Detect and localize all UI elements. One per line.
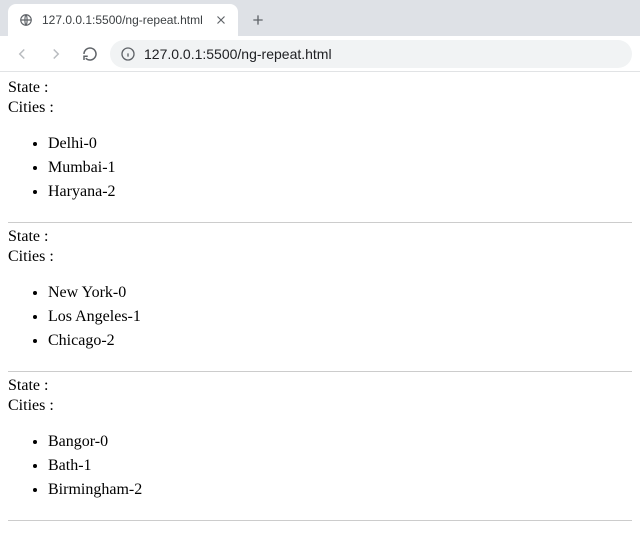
- list-item: New York-0: [48, 281, 632, 305]
- list-item: Chicago-2: [48, 329, 632, 353]
- state-label: State :: [8, 376, 632, 396]
- state-block: State : Cities : Bangor-0 Bath-1 Birming…: [8, 376, 632, 521]
- new-tab-button[interactable]: [244, 6, 272, 34]
- state-label: State :: [8, 227, 632, 247]
- cities-label: Cities :: [8, 247, 632, 267]
- list-item: Haryana-2: [48, 180, 632, 204]
- tab-strip: 127.0.0.1:5500/ng-repeat.html: [0, 0, 640, 36]
- list-item: Birmingham-2: [48, 478, 632, 502]
- browser-tab[interactable]: 127.0.0.1:5500/ng-repeat.html: [8, 4, 238, 36]
- state-label: State :: [8, 78, 632, 98]
- forward-button[interactable]: [42, 40, 70, 68]
- address-bar[interactable]: 127.0.0.1:5500/ng-repeat.html: [110, 40, 632, 68]
- cities-list: Bangor-0 Bath-1 Birmingham-2: [8, 430, 632, 502]
- reload-button[interactable]: [76, 40, 104, 68]
- page-content: State : Cities : Delhi-0 Mumbai-1 Haryan…: [0, 72, 640, 535]
- cities-label: Cities :: [8, 98, 632, 118]
- cities-list: New York-0 Los Angeles-1 Chicago-2: [8, 281, 632, 353]
- list-item: Bath-1: [48, 454, 632, 478]
- cities-list: Delhi-0 Mumbai-1 Haryana-2: [8, 132, 632, 204]
- tab-title: 127.0.0.1:5500/ng-repeat.html: [42, 13, 206, 27]
- close-icon[interactable]: [214, 13, 228, 27]
- state-block: State : Cities : New York-0 Los Angeles-…: [8, 227, 632, 372]
- url-text: 127.0.0.1:5500/ng-repeat.html: [144, 46, 332, 62]
- list-item: Delhi-0: [48, 132, 632, 156]
- list-item: Bangor-0: [48, 430, 632, 454]
- cities-label: Cities :: [8, 396, 632, 416]
- state-block: State : Cities : Delhi-0 Mumbai-1 Haryan…: [8, 78, 632, 223]
- browser-toolbar: 127.0.0.1:5500/ng-repeat.html: [0, 36, 640, 72]
- list-item: Los Angeles-1: [48, 305, 632, 329]
- globe-icon: [18, 12, 34, 28]
- back-button[interactable]: [8, 40, 36, 68]
- info-icon: [120, 46, 136, 62]
- list-item: Mumbai-1: [48, 156, 632, 180]
